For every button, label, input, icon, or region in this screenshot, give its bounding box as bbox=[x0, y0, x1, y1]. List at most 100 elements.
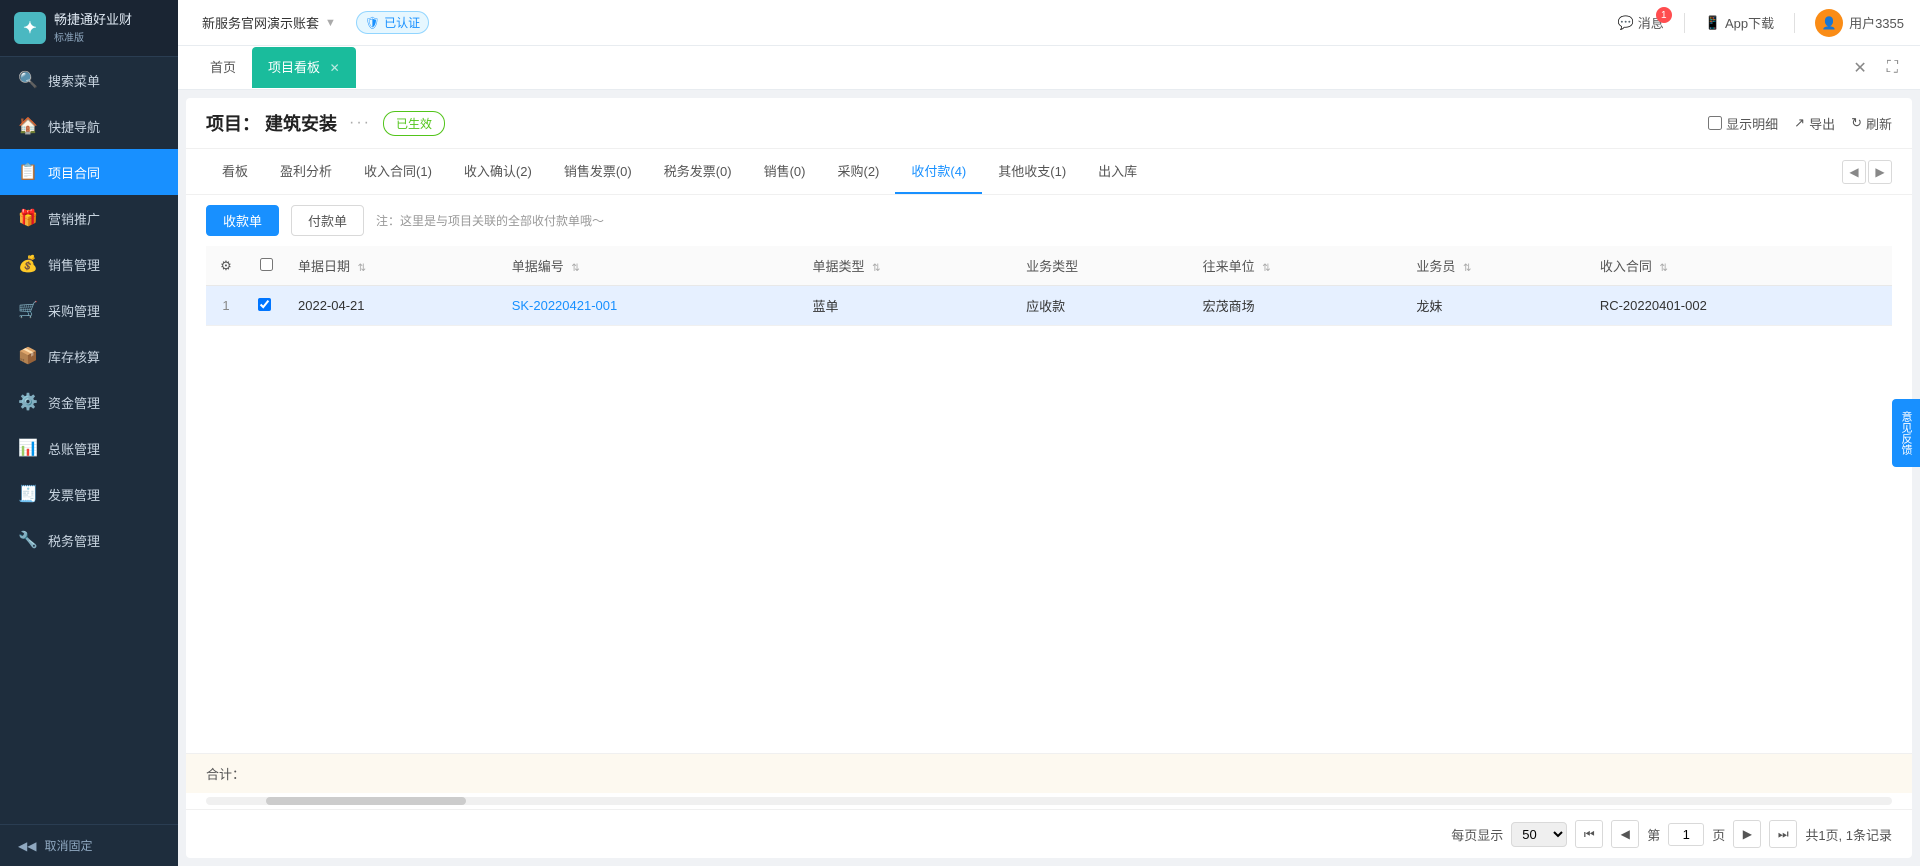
sub-tab-income-confirm[interactable]: 收入确认(2) bbox=[448, 149, 548, 194]
tab-project-board[interactable]: 项目看板 ✕ bbox=[252, 47, 356, 88]
feedback-button[interactable]: 意见反馈 bbox=[1892, 399, 1912, 467]
sidebar-item-tax[interactable]: 🔧 税务管理 bbox=[0, 517, 178, 563]
total-info: 共1页, 1条记录 bbox=[1805, 825, 1892, 844]
app-download-action[interactable]: 📱 App下载 bbox=[1705, 13, 1774, 32]
phone-icon: 📱 bbox=[1705, 15, 1721, 31]
sidebar-item-label: 搜索菜单 bbox=[48, 71, 100, 90]
show-detail-label[interactable]: 显示明细 bbox=[1708, 114, 1778, 133]
purchase-icon: 🛒 bbox=[18, 300, 38, 320]
sub-tab-tax-invoice[interactable]: 税务发票(0) bbox=[648, 149, 748, 194]
sidebar-item-label: 资金管理 bbox=[48, 393, 100, 412]
user-action[interactable]: 👤 用户3355 bbox=[1815, 9, 1904, 37]
chevron-down-icon: ▼ bbox=[325, 17, 336, 29]
invoice-icon: 🧾 bbox=[18, 484, 38, 504]
row-num: 1 bbox=[206, 286, 246, 326]
sidebar-item-label: 采购管理 bbox=[48, 301, 100, 320]
project-actions: 显示明细 ↗ 导出 ↻ 刷新 bbox=[1708, 114, 1892, 133]
page-input[interactable] bbox=[1668, 823, 1704, 846]
verified-badge: 🛡 已认证 bbox=[356, 11, 429, 34]
nav-next-arrow[interactable]: ▶ bbox=[1868, 160, 1892, 184]
row-checkbox[interactable] bbox=[258, 298, 271, 311]
sub-tab-sales-invoice[interactable]: 销售发票(0) bbox=[548, 149, 648, 194]
per-page-select[interactable]: 50 100 200 bbox=[1511, 822, 1567, 847]
sidebar-item-funds[interactable]: ⚙️ 资金管理 bbox=[0, 379, 178, 425]
pagination: 每页显示 50 100 200 ⏮ ◀ 第 页 ▶ ⏭ 共1页, 1条记录 bbox=[186, 809, 1912, 858]
sub-tab-sales[interactable]: 销售(0) bbox=[748, 149, 822, 194]
tab-maximize-button[interactable]: ⛶ bbox=[1881, 54, 1904, 82]
sidebar-item-invoice[interactable]: 🧾 发票管理 bbox=[0, 471, 178, 517]
sub-tab-other[interactable]: 其他收支(1) bbox=[982, 149, 1082, 194]
nav-prev-arrow[interactable]: ◀ bbox=[1842, 160, 1866, 184]
payment-toggle-button[interactable]: 付款单 bbox=[291, 205, 364, 236]
tab-minimize-button[interactable]: ✕ bbox=[1847, 54, 1872, 82]
th-settings[interactable]: ⚙ bbox=[206, 246, 246, 286]
feedback-label: 意见反馈 bbox=[1900, 411, 1912, 455]
sub-tab-receipt[interactable]: 收付款(4) bbox=[895, 149, 982, 194]
app-edition: 标准版 bbox=[54, 29, 132, 44]
record-link[interactable]: SK-20220421-001 bbox=[512, 298, 618, 313]
sidebar-item-search[interactable]: 🔍 搜索菜单 bbox=[0, 57, 178, 103]
select-all-checkbox[interactable] bbox=[260, 258, 273, 271]
avatar: 👤 bbox=[1815, 9, 1843, 37]
sub-tab-kanban[interactable]: 看板 bbox=[206, 149, 264, 194]
th-partner[interactable]: 往来单位 ⇅ bbox=[1191, 246, 1405, 286]
content-panel: 项目： 建筑安装 ··· 已生效 显示明细 ↗ 导出 ↻ 刷新 bbox=[186, 98, 1912, 858]
app-name-block: 畅捷通好业财 标准版 bbox=[54, 12, 132, 44]
sidebar-item-label: 快捷导航 bbox=[48, 117, 100, 136]
more-options-icon[interactable]: ··· bbox=[349, 114, 371, 132]
th-contract[interactable]: 收入合同 ⇅ bbox=[1588, 246, 1892, 286]
unpin-label: 取消固定 bbox=[44, 837, 92, 854]
receipt-toggle-button[interactable]: 收款单 bbox=[206, 205, 279, 236]
marketing-icon: 🎁 bbox=[18, 208, 38, 228]
th-checkbox bbox=[246, 246, 286, 286]
sidebar-item-inventory[interactable]: 📦 库存核算 bbox=[0, 333, 178, 379]
prev-page-button[interactable]: ◀ bbox=[1611, 820, 1639, 848]
messages-action[interactable]: 💬 消息 1 bbox=[1618, 13, 1664, 32]
sub-tab-profit[interactable]: 盈利分析 bbox=[264, 149, 348, 194]
last-page-button[interactable]: ⏭ bbox=[1769, 820, 1797, 848]
top-header: 新服务官网演示账套 ▼ 🛡 已认证 💬 消息 1 📱 App下载 👤 用户335… bbox=[178, 0, 1920, 46]
app-download-label: App下载 bbox=[1725, 13, 1774, 32]
th-date[interactable]: 单据日期 ⇅ bbox=[286, 246, 500, 286]
export-button[interactable]: ↗ 导出 bbox=[1794, 114, 1835, 133]
sub-tabs-navigation: ◀ ▶ bbox=[1842, 160, 1892, 184]
first-page-button[interactable]: ⏮ bbox=[1575, 820, 1603, 848]
sort-partner-icon: ⇅ bbox=[1262, 263, 1270, 274]
funds-icon: ⚙️ bbox=[18, 392, 38, 412]
sidebar-item-quicknav[interactable]: 🏠 快捷导航 bbox=[0, 103, 178, 149]
records-table: ⚙ 单据日期 ⇅ 单据编号 ⇅ 单据类型 bbox=[206, 246, 1892, 326]
tab-home[interactable]: 首页 bbox=[194, 47, 252, 88]
home-icon: 🏠 bbox=[18, 116, 38, 136]
message-badge: 1 bbox=[1656, 7, 1672, 23]
row-date: 2022-04-21 bbox=[286, 286, 500, 326]
scroll-thumb[interactable] bbox=[266, 797, 466, 805]
sidebar-item-ledger[interactable]: 📊 总账管理 bbox=[0, 425, 178, 471]
account-selector[interactable]: 新服务官网演示账套 ▼ bbox=[194, 9, 344, 36]
th-salesman[interactable]: 业务员 ⇅ bbox=[1404, 246, 1588, 286]
sort-type-icon: ⇅ bbox=[872, 263, 880, 274]
row-check bbox=[246, 286, 286, 326]
refresh-icon: ↻ bbox=[1851, 115, 1862, 131]
verified-text: 已认证 bbox=[384, 14, 420, 31]
tab-close-icon[interactable]: ✕ bbox=[330, 61, 340, 75]
header-actions: 💬 消息 1 📱 App下载 👤 用户3355 bbox=[1618, 9, 1904, 37]
toggle-area: 收款单 付款单 注：这里是与项目关联的全部收付款单哦～ bbox=[186, 195, 1912, 246]
sub-tab-purchase[interactable]: 采购(2) bbox=[821, 149, 895, 194]
show-detail-checkbox[interactable] bbox=[1708, 116, 1722, 130]
sub-tab-inout[interactable]: 出入库 bbox=[1082, 149, 1153, 194]
th-type[interactable]: 单据类型 ⇅ bbox=[800, 246, 1014, 286]
refresh-button[interactable]: ↻ 刷新 bbox=[1851, 114, 1892, 133]
sidebar-item-purchase[interactable]: 🛒 采购管理 bbox=[0, 287, 178, 333]
th-code[interactable]: 单据编号 ⇅ bbox=[500, 246, 801, 286]
sidebar-item-marketing[interactable]: 🎁 营销推广 bbox=[0, 195, 178, 241]
sidebar-item-label: 项目合同 bbox=[48, 163, 100, 182]
next-page-button[interactable]: ▶ bbox=[1733, 820, 1761, 848]
sidebar-item-sales[interactable]: 💰 销售管理 bbox=[0, 241, 178, 287]
unpin-button[interactable]: ◀◀ 取消固定 bbox=[0, 824, 178, 866]
scroll-track bbox=[206, 797, 1892, 805]
project-label: 项目： 建筑安装 bbox=[206, 110, 337, 136]
sidebar-item-label: 营销推广 bbox=[48, 209, 100, 228]
sub-tab-income-contract[interactable]: 收入合同(1) bbox=[348, 149, 448, 194]
row-code[interactable]: SK-20220421-001 bbox=[500, 286, 801, 326]
sidebar-item-project[interactable]: 📋 项目合同 bbox=[0, 149, 178, 195]
